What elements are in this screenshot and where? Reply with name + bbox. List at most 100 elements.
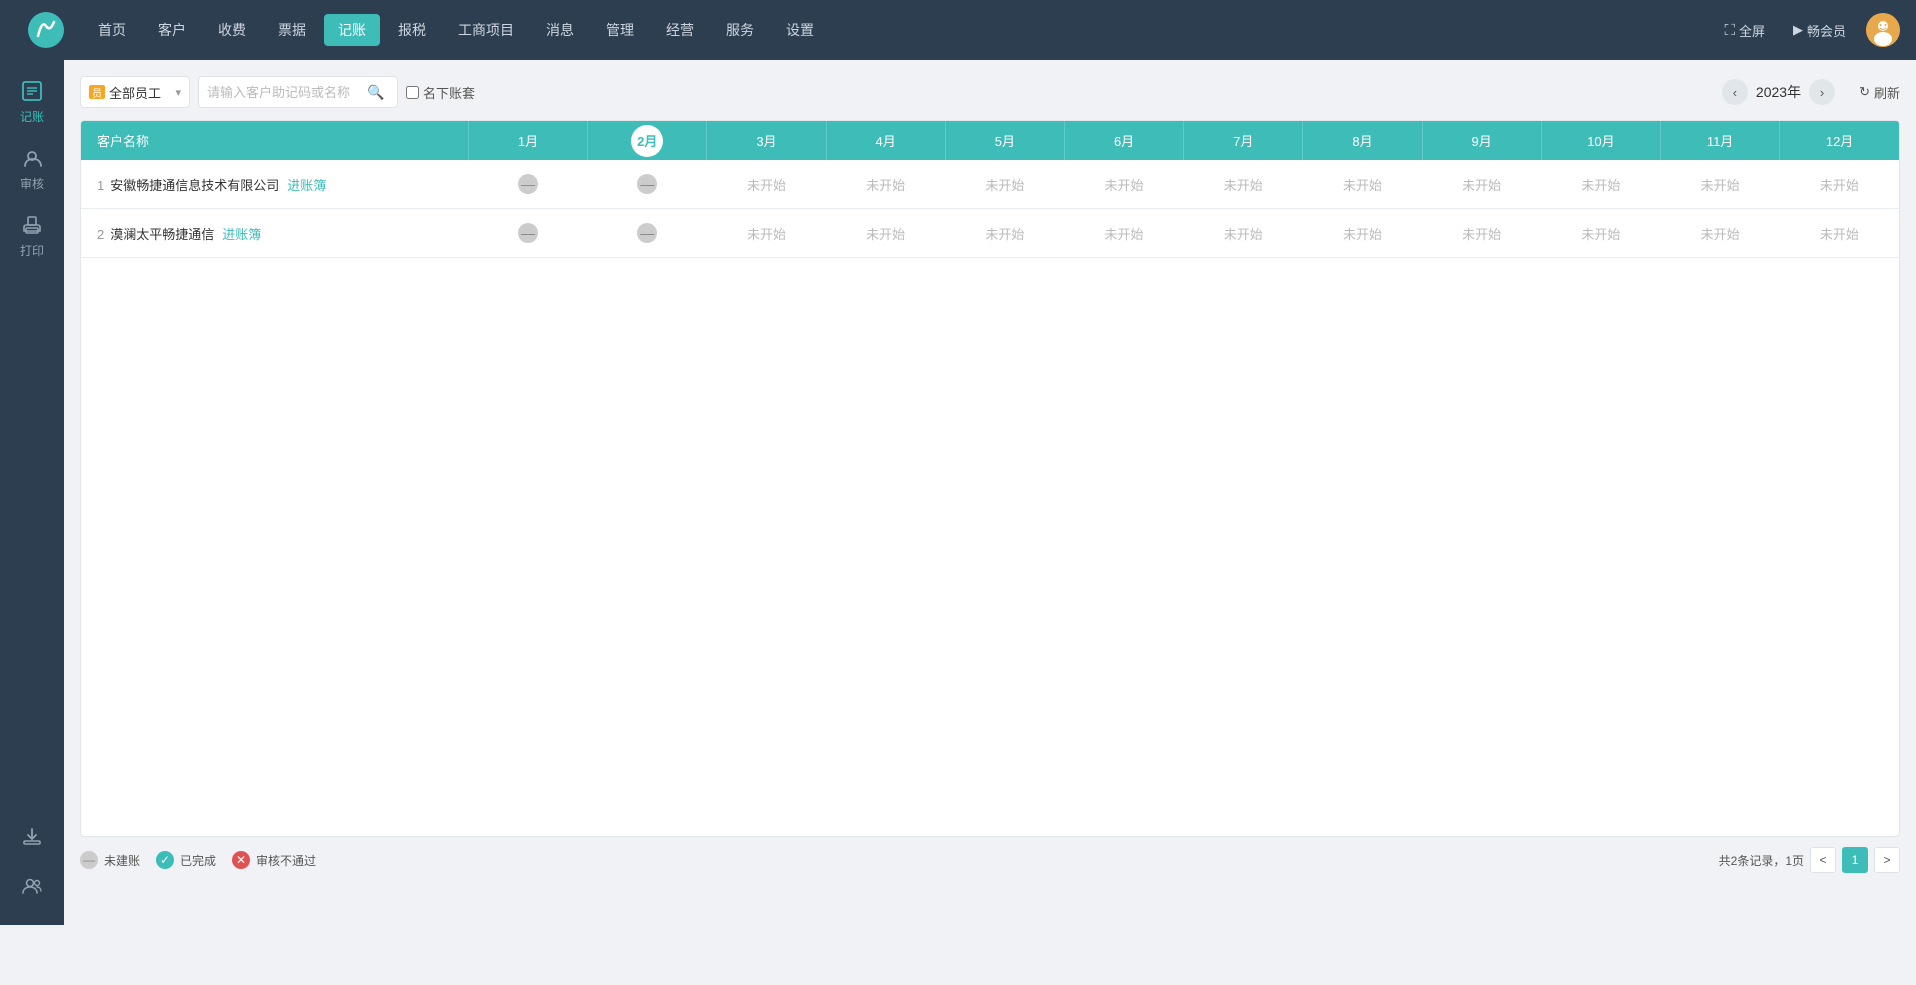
sidebar-item-audit[interactable]: 审核 bbox=[0, 135, 64, 202]
nav-manage[interactable]: 管理 bbox=[592, 14, 648, 46]
table-header-row: 客户名称 1月 2月 3月 4月 5月 6月 7月 8月 9月 10月 11月 … bbox=[81, 121, 1899, 160]
th-customer: 客户名称 bbox=[81, 121, 468, 160]
pagination-page-1[interactable]: 1 bbox=[1842, 847, 1868, 873]
nav-settings[interactable]: 设置 bbox=[772, 14, 828, 46]
year-nav: ‹ 2023年 › bbox=[1722, 79, 1835, 105]
month-cell: 未开始 bbox=[826, 160, 945, 209]
month-cell: 未开始 bbox=[945, 160, 1064, 209]
month-cell: 未开始 bbox=[945, 209, 1064, 258]
enter-link[interactable]: 进账簿 bbox=[222, 227, 261, 242]
nav-accounting[interactable]: 记账 bbox=[324, 14, 380, 46]
legend-not-built: — 未建账 bbox=[80, 851, 140, 869]
sidebar-item-download[interactable] bbox=[0, 813, 64, 859]
status-dash-icon: — bbox=[518, 223, 538, 243]
year-next-button[interactable]: › bbox=[1809, 79, 1835, 105]
nav-tax[interactable]: 报税 bbox=[384, 14, 440, 46]
fullscreen-button[interactable]: ⛶ 全屏 bbox=[1716, 17, 1773, 44]
toolbar: 员 全部员工 ▾ 🔍 名下账套 ‹ 2023年 › ↻ 刷新 bbox=[80, 76, 1900, 108]
sidebar: 记账 审核 打印 bbox=[0, 60, 64, 925]
month-cell: 未开始 bbox=[707, 209, 826, 258]
not-started-text: 未开始 bbox=[1581, 178, 1620, 193]
th-oct: 10月 bbox=[1541, 121, 1660, 160]
not-built-icon: — bbox=[80, 851, 98, 869]
vip-button[interactable]: ▶ 畅会员 bbox=[1785, 17, 1854, 44]
not-started-text: 未开始 bbox=[985, 178, 1024, 193]
month-cell: 未开始 bbox=[1184, 209, 1303, 258]
not-started-text: 未开始 bbox=[1701, 227, 1740, 242]
search-input-wrap: 🔍 bbox=[198, 76, 398, 108]
year-text: 2023年 bbox=[1756, 82, 1801, 102]
customer-cell: 2 漠澜太平畅捷通信进账簿 bbox=[81, 209, 468, 258]
table-row: 1安徽畅捷通信息技术有限公司进账簿——未开始未开始未开始未开始未开始未开始未开始… bbox=[81, 160, 1899, 209]
month-cell: 未开始 bbox=[1780, 160, 1899, 209]
chevron-down-icon: ▾ bbox=[175, 86, 181, 99]
nav-invoice[interactable]: 票据 bbox=[264, 14, 320, 46]
not-started-text: 未开始 bbox=[866, 178, 905, 193]
sidebar-label-accounting: 记账 bbox=[20, 108, 44, 125]
customer-name: 安徽畅捷通信息技术有限公司 bbox=[110, 178, 279, 193]
month-cell: 未开始 bbox=[1660, 209, 1779, 258]
nav-service[interactable]: 服务 bbox=[712, 14, 768, 46]
th-aug: 8月 bbox=[1303, 121, 1422, 160]
table-wrap: 客户名称 1月 2月 3月 4月 5月 6月 7月 8月 9月 10月 11月 … bbox=[80, 120, 1900, 837]
year-prev-button[interactable]: ‹ bbox=[1722, 79, 1748, 105]
customer-name: 漠澜太平畅捷通信 bbox=[110, 227, 214, 242]
top-nav-right: ⛶ 全屏 ▶ 畅会员 bbox=[1716, 13, 1900, 47]
employee-select-text: 全部员工 bbox=[109, 83, 171, 102]
not-started-text: 未开始 bbox=[747, 227, 786, 242]
month-cell: 未开始 bbox=[1422, 160, 1541, 209]
th-dec: 12月 bbox=[1780, 121, 1899, 160]
th-mar: 3月 bbox=[707, 121, 826, 160]
th-jan: 1月 bbox=[468, 121, 587, 160]
nav-home[interactable]: 首页 bbox=[84, 14, 140, 46]
search-icon[interactable]: 🔍 bbox=[367, 84, 384, 101]
feb-circle: 2月 bbox=[631, 125, 663, 157]
employee-select[interactable]: 员 全部员工 ▾ bbox=[80, 76, 190, 108]
legend-completed: ✓ 已完成 bbox=[156, 851, 216, 869]
nav-operation[interactable]: 经营 bbox=[652, 14, 708, 46]
not-started-text: 未开始 bbox=[1105, 178, 1144, 193]
not-started-text: 未开始 bbox=[1224, 178, 1263, 193]
sidebar-item-users[interactable] bbox=[0, 863, 64, 909]
my-accounts-checkbox-wrap[interactable]: 名下账套 bbox=[406, 83, 475, 102]
refresh-button[interactable]: ↻ 刷新 bbox=[1859, 83, 1900, 102]
my-accounts-checkbox[interactable] bbox=[406, 86, 419, 99]
logo bbox=[16, 12, 76, 48]
th-may: 5月 bbox=[945, 121, 1064, 160]
sidebar-item-accounting[interactable]: 记账 bbox=[0, 68, 64, 135]
refresh-icon: ↻ bbox=[1859, 84, 1870, 100]
sidebar-label-print: 打印 bbox=[20, 242, 44, 259]
search-input[interactable] bbox=[207, 85, 367, 100]
th-jun: 6月 bbox=[1064, 121, 1183, 160]
sidebar-item-print[interactable]: 打印 bbox=[0, 202, 64, 269]
not-started-text: 未开始 bbox=[1701, 178, 1740, 193]
main-content: 员 全部员工 ▾ 🔍 名下账套 ‹ 2023年 › ↻ 刷新 客户名称 bbox=[64, 60, 1916, 925]
users-icon bbox=[19, 873, 45, 899]
vip-label: 畅会员 bbox=[1807, 21, 1846, 40]
avatar[interactable] bbox=[1866, 13, 1900, 47]
pagination-next[interactable]: > bbox=[1874, 847, 1900, 873]
month-cell: 未开始 bbox=[1780, 209, 1899, 258]
accounting-icon bbox=[19, 78, 45, 104]
month-cell: 未开始 bbox=[1303, 209, 1422, 258]
nav-customer[interactable]: 客户 bbox=[144, 14, 200, 46]
not-started-text: 未开始 bbox=[1343, 178, 1382, 193]
not-started-text: 未开始 bbox=[1462, 178, 1501, 193]
nav-business[interactable]: 工商项目 bbox=[444, 14, 528, 46]
completed-icon: ✓ bbox=[156, 851, 174, 869]
rejected-icon: ✕ bbox=[232, 851, 250, 869]
nav-message[interactable]: 消息 bbox=[532, 14, 588, 46]
month-cell: 未开始 bbox=[1303, 160, 1422, 209]
status-dash-icon: — bbox=[637, 223, 657, 243]
nav-items: 首页 客户 收费 票据 记账 报税 工商项目 消息 管理 经营 服务 设置 bbox=[84, 14, 1716, 46]
pagination: 共2条记录，1页 < 1 > bbox=[1719, 847, 1900, 873]
pagination-prev[interactable]: < bbox=[1810, 847, 1836, 873]
th-apr: 4月 bbox=[826, 121, 945, 160]
not-started-text: 未开始 bbox=[1343, 227, 1382, 242]
nav-fee[interactable]: 收费 bbox=[204, 14, 260, 46]
rejected-label: 审核不通过 bbox=[256, 852, 316, 869]
customer-num: 2 bbox=[97, 227, 104, 242]
month-cell: 未开始 bbox=[1541, 209, 1660, 258]
legend-rejected: ✕ 审核不通过 bbox=[232, 851, 316, 869]
enter-link[interactable]: 进账簿 bbox=[287, 178, 326, 193]
